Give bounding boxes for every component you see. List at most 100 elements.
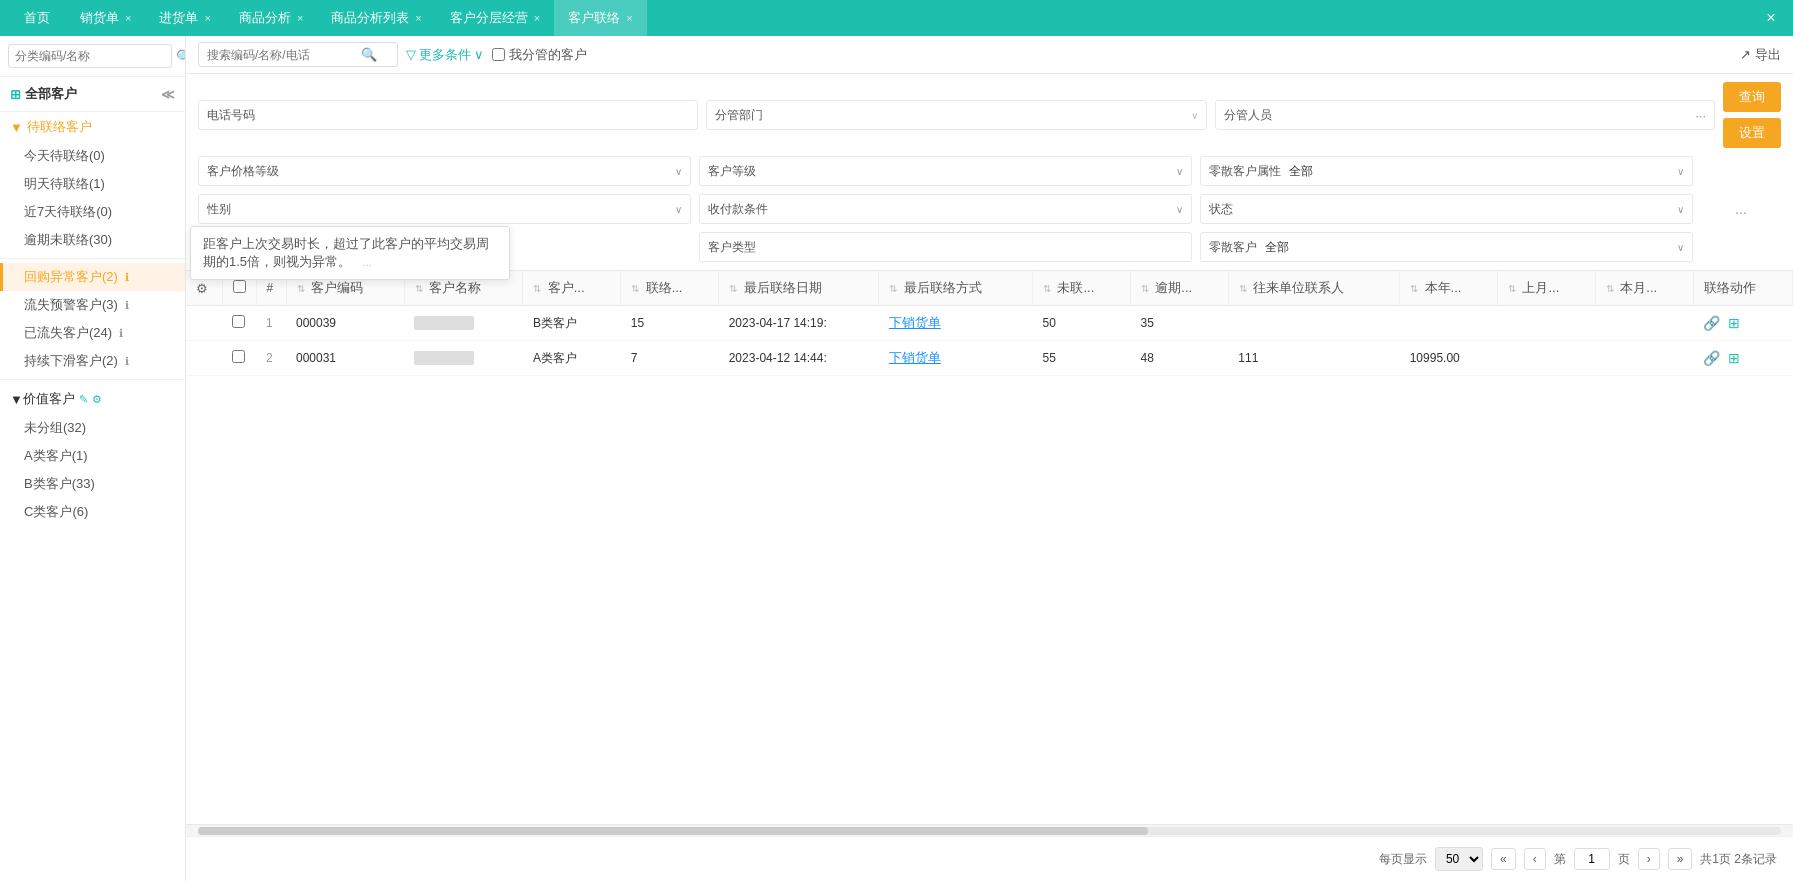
- nav-tab-analysis-close[interactable]: ×: [297, 12, 303, 24]
- th-last-date[interactable]: ⇅ 最后联络日期: [719, 271, 879, 306]
- nav-tab-customer-segment[interactable]: 客户分层经营 ×: [436, 0, 554, 36]
- filter-price-level[interactable]: 客户价格等级 ∨: [198, 156, 691, 186]
- sidebar-collapse-button[interactable]: ≪: [161, 87, 175, 102]
- action-link-icon-1[interactable]: 🔗: [1703, 315, 1720, 331]
- last-page-button[interactable]: »: [1668, 848, 1693, 870]
- last-method-link-2[interactable]: 下销货单: [889, 350, 941, 365]
- nav-tab-home[interactable]: 首页: [8, 0, 66, 36]
- first-page-button[interactable]: «: [1491, 848, 1516, 870]
- sidebar-item-churn-warning[interactable]: 流失预警客户(3) ℹ: [0, 291, 185, 319]
- th-unit-contact[interactable]: ⇅ 往来单位联系人: [1228, 271, 1399, 306]
- search-icon[interactable]: 🔍: [361, 47, 377, 62]
- filter-manager[interactable]: 分管人员 ···: [1215, 100, 1715, 130]
- sidebar-search-input[interactable]: [8, 44, 172, 68]
- sidebar-item-class-c[interactable]: C类客户(6): [0, 498, 185, 526]
- nav-tab-purchase-close[interactable]: ×: [204, 12, 210, 24]
- my-customers-checkbox-label[interactable]: 我分管的客户: [492, 46, 587, 64]
- more-conditions-button[interactable]: ▽ 更多条件 ∨: [406, 46, 484, 64]
- edit-icon[interactable]: ✎: [79, 393, 88, 406]
- th-overdue[interactable]: ⇅ 逾期...: [1130, 271, 1228, 306]
- sidebar-search-icon[interactable]: 🔍: [176, 49, 186, 64]
- search-input[interactable]: [207, 48, 357, 62]
- sidebar-group-waiting[interactable]: ▼ 待联络客户: [0, 112, 185, 142]
- nav-tab-purchase[interactable]: 进货单 ×: [145, 0, 224, 36]
- row-checkbox-2[interactable]: [232, 350, 245, 363]
- filter-dept[interactable]: 分管部门 ∨: [706, 100, 1206, 130]
- settings-col-icon[interactable]: ⚙: [196, 281, 208, 296]
- table-wrapper[interactable]: ⚙ # ⇅ 客户编码 ⇅ 客户: [186, 271, 1793, 824]
- page-unit-label: 页: [1618, 851, 1630, 868]
- nav-tab-sales-close[interactable]: ×: [125, 12, 131, 24]
- filter-dept-label: 分管部门: [715, 107, 763, 124]
- prev-page-button[interactable]: ‹: [1524, 848, 1546, 870]
- nav-tab-analysis-list[interactable]: 商品分析列表 ×: [317, 0, 435, 36]
- sidebar-item-class-a[interactable]: A类客户(1): [0, 442, 185, 470]
- td-uncontacted-1: 50: [1033, 306, 1131, 341]
- next-page-button[interactable]: ›: [1638, 848, 1660, 870]
- query-button[interactable]: 查询: [1723, 82, 1781, 112]
- sort-icon5: ⇅: [729, 283, 737, 294]
- td-actions-1: 🔗 ⊞: [1693, 306, 1792, 341]
- th-this-month[interactable]: ⇅ 本月...: [1595, 271, 1693, 306]
- sidebar-item-overdue[interactable]: 逾期未联络(30): [0, 226, 185, 254]
- sidebar-item-tomorrow[interactable]: 明天待联络(1): [0, 170, 185, 198]
- sidebar-item-repurchase-abnormal[interactable]: 回购异常客户(2) ℹ: [0, 263, 185, 291]
- th-contact-label: 联络...: [646, 280, 683, 295]
- nav-tab-customer-contact[interactable]: 客户联络 ×: [554, 0, 646, 36]
- row-checkbox-1[interactable]: [232, 315, 245, 328]
- td-code-1: 000039: [286, 306, 404, 341]
- sidebar-item-churned[interactable]: 已流失客户(24) ℹ: [0, 319, 185, 347]
- th-last-month[interactable]: ⇅ 上月...: [1498, 271, 1596, 306]
- th-last-method[interactable]: ⇅ 最后联络方式: [879, 271, 1033, 306]
- filter-retail-customer[interactable]: 零散客户 全部 ∨: [1200, 232, 1693, 262]
- sidebar-group-value[interactable]: ▼ 价值客户 ✎ ⚙: [0, 384, 185, 414]
- filter-retail-attr[interactable]: 零散客户属性 全部 ∨: [1200, 156, 1693, 186]
- th-contact-num[interactable]: ⇅ 联络...: [621, 271, 719, 306]
- td-checkbox-2[interactable]: [222, 341, 256, 376]
- action-grid-icon-2[interactable]: ⊞: [1728, 350, 1740, 366]
- sidebar-item-ungroup[interactable]: 未分组(32): [0, 414, 185, 442]
- td-contact-2: 7: [621, 341, 719, 376]
- nav-tab-contact-close[interactable]: ×: [626, 12, 632, 24]
- nav-tab-analysis[interactable]: 商品分析 ×: [225, 0, 317, 36]
- content-area: 距客户上次交易时长，超过了此客户的平均交易周期的1.5倍，则视为异常。 ... …: [186, 36, 1793, 881]
- sort-icon2: ⇅: [415, 283, 423, 294]
- filter-payment-terms[interactable]: 收付款条件 ∨: [699, 194, 1192, 224]
- filter-phone[interactable]: 电话号码: [198, 100, 698, 130]
- settings-button[interactable]: 设置: [1723, 118, 1781, 148]
- sidebar-item-class-b-label: B类客户(33): [24, 476, 95, 491]
- th-level[interactable]: ⇅ 客户...: [523, 271, 621, 306]
- settings-icon[interactable]: ⚙: [92, 393, 102, 406]
- scrollbar-thumb[interactable]: [198, 827, 1148, 835]
- select-all-checkbox[interactable]: [233, 280, 246, 293]
- more-filters-dots[interactable]: ...: [1735, 201, 1747, 217]
- nav-tab-analysis-list-close[interactable]: ×: [415, 12, 421, 24]
- th-uncontacted[interactable]: ⇅ 未联...: [1033, 271, 1131, 306]
- scrollbar-track: [198, 827, 1781, 835]
- th-this-year[interactable]: ⇅ 本年...: [1400, 271, 1498, 306]
- td-last-method-2[interactable]: 下销货单: [879, 341, 1033, 376]
- chevron-down-icon6: ∨: [675, 204, 682, 215]
- sidebar-item-today[interactable]: 今天待联络(0): [0, 142, 185, 170]
- filter-customer-type[interactable]: 客户类型: [699, 232, 1192, 262]
- sidebar-item-7days[interactable]: 近7天待联络(0): [0, 198, 185, 226]
- sidebar-item-class-b[interactable]: B类客户(33): [0, 470, 185, 498]
- action-grid-icon-1[interactable]: ⊞: [1728, 315, 1740, 331]
- last-method-link-1[interactable]: 下销货单: [889, 315, 941, 330]
- nav-tab-sales[interactable]: 销货单 ×: [66, 0, 145, 36]
- sidebar-item-declining[interactable]: 持续下滑客户(2) ℹ: [0, 347, 185, 375]
- page-size-select[interactable]: 50: [1435, 847, 1483, 871]
- td-checkbox-1[interactable]: [222, 306, 256, 341]
- horizontal-scrollbar[interactable]: [186, 824, 1793, 836]
- nav-tab-segment-close[interactable]: ×: [534, 12, 540, 24]
- action-link-icon-2[interactable]: 🔗: [1703, 350, 1720, 366]
- window-close-button[interactable]: ×: [1757, 4, 1785, 32]
- page-input[interactable]: [1574, 848, 1610, 870]
- filter-customer-level[interactable]: 客户等级 ∨: [699, 156, 1192, 186]
- filter-gender[interactable]: 性别 ∨: [198, 194, 691, 224]
- export-button[interactable]: ↗ 导出: [1740, 46, 1781, 64]
- my-customers-checkbox[interactable]: [492, 48, 505, 61]
- td-last-method-1[interactable]: 下销货单: [879, 306, 1033, 341]
- td-name-2: [404, 341, 522, 376]
- filter-status[interactable]: 状态 ∨: [1200, 194, 1693, 224]
